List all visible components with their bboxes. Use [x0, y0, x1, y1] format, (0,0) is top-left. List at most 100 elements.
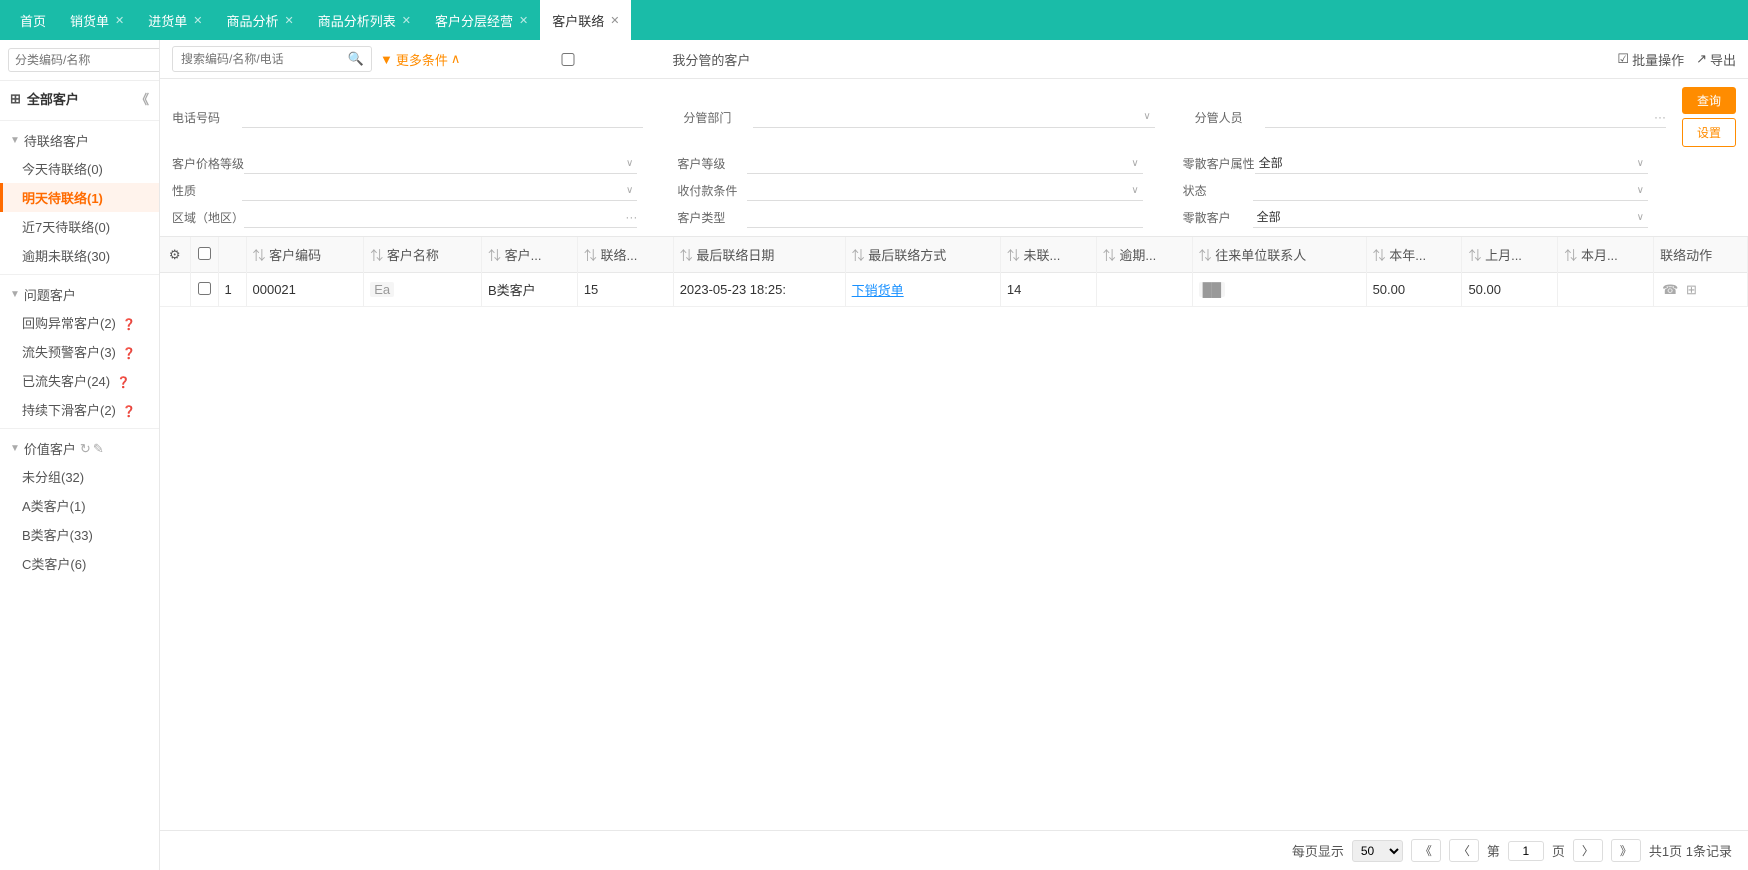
- sidebar-item-overdue-pending[interactable]: 逾期未联络(30): [0, 241, 159, 270]
- last-method-link[interactable]: 下销货单: [852, 283, 904, 298]
- question-icon[interactable]: ❓: [122, 406, 136, 418]
- col-last-month[interactable]: ⇅ 上月...: [1462, 237, 1558, 273]
- sidebar-item-today-pending[interactable]: 今天待联络(0): [0, 154, 159, 183]
- close-icon[interactable]: ✕: [519, 14, 528, 27]
- nav-sales-order[interactable]: 销货单 ✕: [58, 0, 136, 40]
- chevron-down-icon: ∨: [1143, 111, 1150, 122]
- sidebar-item-ungrouped[interactable]: 未分组(32): [0, 462, 159, 491]
- cell-checkbox[interactable]: [190, 273, 218, 307]
- status-select[interactable]: [1253, 180, 1648, 200]
- question-icon[interactable]: ❓: [122, 348, 136, 360]
- nav-customer-contact[interactable]: 客户联络 ✕: [540, 0, 631, 40]
- sidebar-value-group[interactable]: ▼ 价值客户 ↻ ✎: [0, 433, 159, 462]
- refresh-icon[interactable]: ↻: [80, 441, 91, 457]
- close-icon[interactable]: ✕: [193, 14, 202, 27]
- sidebar-item-declining[interactable]: 持续下滑客户(2) ❓: [0, 395, 159, 424]
- sidebar-item-class-b[interactable]: B类客户(33): [0, 520, 159, 549]
- nav-product-analysis[interactable]: 商品分析 ✕: [214, 0, 305, 40]
- nature-select[interactable]: [242, 180, 637, 200]
- more-action-icon[interactable]: ⊞: [1686, 282, 1697, 297]
- reset-button[interactable]: 设置: [1682, 118, 1736, 147]
- collapse-icon[interactable]: 《: [136, 89, 149, 108]
- last-page-btn[interactable]: 》: [1611, 839, 1641, 862]
- manager-select[interactable]: [1265, 107, 1654, 127]
- ellipsis-icon[interactable]: ···: [1654, 110, 1666, 124]
- chevron-down-icon: ∨: [626, 185, 633, 196]
- filter-price-grade: 客户价格等级 ∨: [172, 153, 637, 174]
- region-select[interactable]: [244, 207, 625, 227]
- col-code[interactable]: ⇅ 客户编码: [246, 237, 364, 273]
- price-grade-select[interactable]: [244, 153, 637, 173]
- table-header-row: ⚙ ⇅ 客户编码 ⇅ 客户名称: [160, 237, 1748, 273]
- nav-product-analysis-list[interactable]: 商品分析列表 ✕: [306, 0, 423, 40]
- first-page-btn[interactable]: 《: [1411, 839, 1441, 862]
- query-button[interactable]: 查询: [1682, 87, 1736, 114]
- sidebar-all-customers[interactable]: ⊞ 全部客户 《: [0, 81, 159, 116]
- sidebar-pending-group[interactable]: ▼ 待联络客户: [0, 125, 159, 154]
- close-icon[interactable]: ✕: [402, 14, 411, 27]
- sidebar-problem-group[interactable]: ▼ 问题客户: [0, 279, 159, 308]
- customer-grade-select[interactable]: [747, 153, 1142, 173]
- retail-attr-select[interactable]: 全部 是 否: [1255, 153, 1648, 173]
- retail-customer-select[interactable]: 全部 是 否: [1253, 207, 1648, 227]
- nav-home[interactable]: 首页: [8, 0, 58, 40]
- cell-last-method[interactable]: 下销货单: [845, 273, 1000, 307]
- nav-purchase-order[interactable]: 进货单 ✕: [136, 0, 214, 40]
- sidebar-search-input[interactable]: [8, 48, 160, 72]
- sidebar-item-churn-warning[interactable]: 流失预警客户(3) ❓: [0, 337, 159, 366]
- customer-type-select[interactable]: [747, 207, 1142, 227]
- dept-select[interactable]: [753, 107, 1154, 127]
- col-name[interactable]: ⇅ 客户名称: [364, 237, 482, 273]
- sidebar-item-churned[interactable]: 已流失客户(24) ❓: [0, 366, 159, 395]
- col-type[interactable]: ⇅ 客户...: [481, 237, 577, 273]
- next-page-btn[interactable]: 〉: [1573, 839, 1603, 862]
- col-this-month[interactable]: ⇅ 本月...: [1558, 237, 1654, 273]
- filter-actions: 查询 设置: [1682, 87, 1736, 147]
- gear-icon[interactable]: ⚙: [169, 247, 181, 262]
- col-checkbox[interactable]: [190, 237, 218, 273]
- batch-operation-btn[interactable]: ☑ 批量操作: [1617, 50, 1684, 69]
- col-this-year[interactable]: ⇅ 本年...: [1366, 237, 1462, 273]
- sidebar-item-tomorrow-pending[interactable]: 明天待联络(1): [0, 183, 159, 212]
- prev-page-btn[interactable]: 〈: [1449, 839, 1479, 862]
- filter-dept: 分管部门 ∨: [683, 107, 1154, 128]
- col-unlink-days[interactable]: ⇅ 未联...: [1000, 237, 1096, 273]
- search-input[interactable]: [172, 46, 372, 72]
- close-icon[interactable]: ✕: [115, 14, 124, 27]
- per-page-select[interactable]: 50 100 200: [1352, 840, 1403, 862]
- col-unit-contact[interactable]: ⇅ 往来单位联系人: [1192, 237, 1366, 273]
- ellipsis-icon[interactable]: ···: [625, 210, 637, 224]
- sort-icon: ⇅: [852, 248, 865, 263]
- sidebar-item-week-pending[interactable]: 近7天待联络(0): [0, 212, 159, 241]
- chevron-down-icon: ∨: [626, 158, 633, 169]
- col-last-date[interactable]: ⇅ 最后联络日期: [673, 237, 845, 273]
- edit-icon[interactable]: ✎: [93, 441, 104, 457]
- export-btn[interactable]: ↗ 导出: [1696, 50, 1736, 69]
- col-last-method[interactable]: ⇅ 最后联络方式: [845, 237, 1000, 273]
- my-customers-checkbox-input[interactable]: [468, 53, 668, 66]
- col-gear[interactable]: ⚙: [160, 237, 190, 273]
- search-icon[interactable]: 🔍: [348, 51, 364, 67]
- filter-retail-customer: 零散客户 全部 是 否 ∨: [1183, 207, 1648, 228]
- customer-name-blurred: Ea: [370, 282, 394, 297]
- phone-input[interactable]: [242, 107, 643, 127]
- question-icon[interactable]: ❓: [122, 319, 136, 331]
- nav-customer-segmentation[interactable]: 客户分层经营 ✕: [423, 0, 540, 40]
- sidebar-item-class-c[interactable]: C类客户(6): [0, 549, 159, 578]
- select-all-checkbox[interactable]: [198, 247, 211, 260]
- question-icon[interactable]: ❓: [116, 377, 130, 389]
- sidebar-item-class-a[interactable]: A类客户(1): [0, 491, 159, 520]
- close-icon[interactable]: ✕: [285, 14, 294, 27]
- col-overdue[interactable]: ⇅ 逾期...: [1096, 237, 1192, 273]
- close-icon[interactable]: ✕: [610, 14, 619, 27]
- sort-icon: ⇅: [1468, 248, 1481, 263]
- phone-action-icon[interactable]: ☎: [1662, 282, 1678, 297]
- my-customers-checkbox[interactable]: 我分管的客户: [468, 50, 750, 69]
- page-input[interactable]: [1508, 841, 1544, 861]
- cell-name: Ea: [364, 273, 482, 307]
- filter-more-btn[interactable]: ▼ 更多条件 ∧: [380, 50, 460, 69]
- col-contacts[interactable]: ⇅ 联络...: [577, 237, 673, 273]
- sidebar-item-repurchase-abnormal[interactable]: 回购异常客户(2) ❓: [0, 308, 159, 337]
- payment-select[interactable]: [747, 180, 1142, 200]
- row-checkbox[interactable]: [198, 282, 211, 295]
